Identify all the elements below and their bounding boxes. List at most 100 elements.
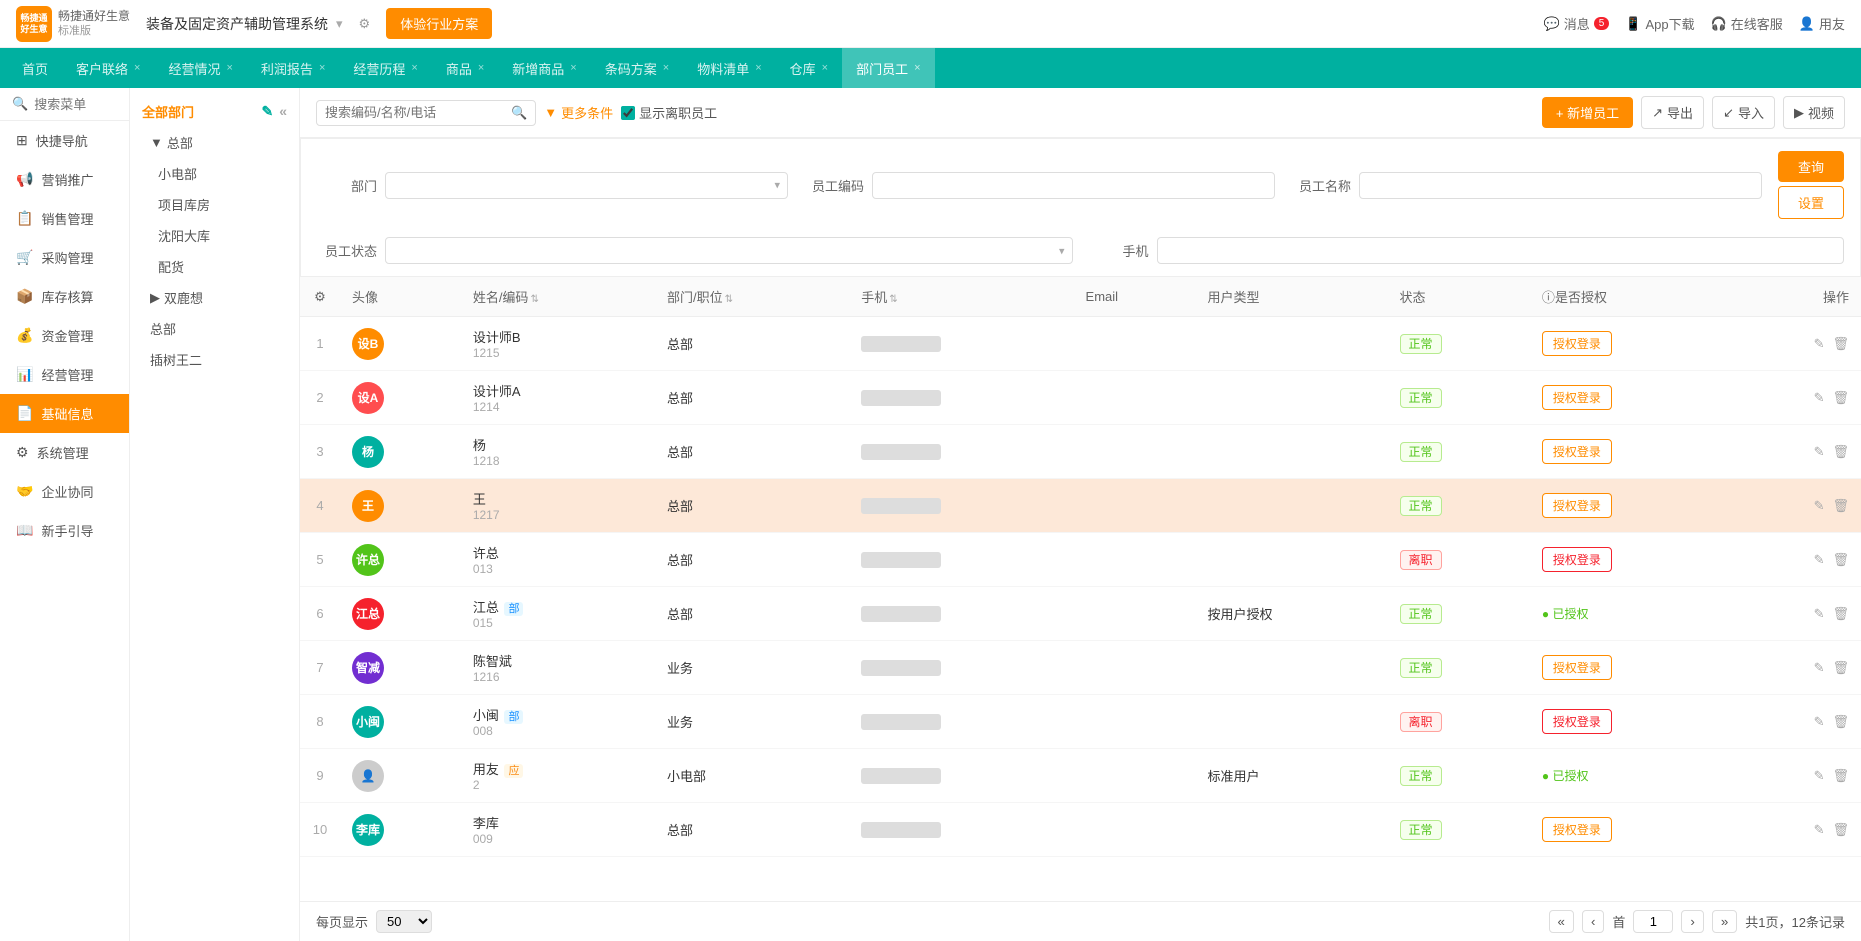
dept-tree-item-3[interactable]: 沈阳大库: [130, 220, 299, 251]
delete-icon[interactable]: 🗑: [1832, 552, 1849, 568]
all-depts-label[interactable]: 全部部门: [142, 102, 194, 121]
page-number-input[interactable]: [1633, 910, 1673, 933]
nav-tab-部门员工[interactable]: 部门员工 ×: [842, 48, 934, 88]
sidebar-item-guide[interactable]: 📖新手引导: [0, 511, 129, 550]
nav-tab-商品[interactable]: 商品 ×: [432, 48, 498, 88]
dept-tree-item-2[interactable]: 项目库房: [130, 189, 299, 220]
sidebar-item-purchase[interactable]: 🛒采购管理: [0, 238, 129, 277]
tab-close-icon[interactable]: ×: [570, 62, 576, 74]
first-page-btn[interactable]: «: [1549, 910, 1574, 933]
authorize-btn[interactable]: 授权登录: [1542, 709, 1612, 734]
nav-tab-利润报告[interactable]: 利润报告 ×: [247, 48, 339, 88]
emp-name-input[interactable]: [1359, 172, 1762, 199]
delete-icon[interactable]: 🗑: [1832, 606, 1849, 622]
dropdown-arrow-icon[interactable]: ▾: [336, 16, 343, 32]
delete-icon[interactable]: 🗑: [1832, 714, 1849, 730]
nav-tab-新增商品[interactable]: 新增商品 ×: [498, 48, 590, 88]
table-header-name[interactable]: 姓名/编码⇅: [461, 277, 655, 317]
emp-code-input[interactable]: [872, 172, 1275, 199]
column-settings-icon[interactable]: ⚙: [314, 289, 326, 304]
dept-tree-item-0[interactable]: ▼ 总部: [130, 127, 299, 158]
tab-close-icon[interactable]: ×: [914, 62, 920, 74]
nav-tab-物料清单[interactable]: 物料清单 ×: [683, 48, 775, 88]
export-btn[interactable]: ↗ 导出: [1641, 96, 1704, 129]
authorize-btn[interactable]: 授权登录: [1542, 547, 1612, 572]
delete-icon[interactable]: 🗑: [1832, 768, 1849, 784]
edit-icon[interactable]: ✎: [1814, 768, 1825, 784]
edit-icon[interactable]: ✎: [1814, 660, 1825, 676]
nav-tab-经营情况[interactable]: 经营情况 ×: [154, 48, 246, 88]
import-btn[interactable]: ↙ 导入: [1712, 96, 1775, 129]
experience-btn[interactable]: 体验行业方案: [386, 8, 492, 39]
tab-close-icon[interactable]: ×: [663, 62, 669, 74]
phone-input[interactable]: [1157, 237, 1845, 264]
edit-icon[interactable]: ✎: [1814, 606, 1825, 622]
delete-icon[interactable]: 🗑: [1832, 336, 1849, 352]
dept-tree-item-5[interactable]: ▶ 双鹿想: [130, 282, 299, 313]
dept-tree-item-1[interactable]: 小电部: [130, 158, 299, 189]
prev-page-btn[interactable]: ‹: [1582, 910, 1604, 933]
sidebar-item-inventory[interactable]: 📦库存核算: [0, 277, 129, 316]
table-header-dept[interactable]: 部门/职位⇅: [655, 277, 849, 317]
table-header-settings[interactable]: ⚙: [300, 277, 340, 317]
search-input[interactable]: [325, 105, 505, 120]
tab-close-icon[interactable]: ×: [134, 62, 140, 74]
dept-collapse-icon[interactable]: «: [279, 103, 287, 120]
setting-btn[interactable]: 设置: [1778, 186, 1844, 219]
sidebar-item-finance[interactable]: 💰资金管理: [0, 316, 129, 355]
settings-icon[interactable]: ⚙: [351, 16, 379, 32]
sidebar-search-input[interactable]: [34, 97, 130, 112]
dept-tree-item-6[interactable]: 总部: [130, 313, 299, 344]
delete-icon[interactable]: 🗑: [1832, 822, 1849, 838]
more-conditions-btn[interactable]: ▼ 更多条件: [544, 103, 613, 122]
nav-tab-首页[interactable]: 首页: [8, 48, 62, 88]
edit-icon[interactable]: ✎: [1814, 714, 1825, 730]
authorize-btn[interactable]: 授权登录: [1542, 493, 1612, 518]
last-page-btn[interactable]: »: [1712, 910, 1737, 933]
sidebar-item-marketing[interactable]: 📢营销推广: [0, 160, 129, 199]
dept-edit-icon[interactable]: ✎: [261, 103, 273, 120]
delete-icon[interactable]: 🗑: [1832, 390, 1849, 406]
authorize-btn[interactable]: 授权登录: [1542, 439, 1612, 464]
dept-tree-item-4[interactable]: 配货: [130, 251, 299, 282]
edit-icon[interactable]: ✎: [1814, 444, 1825, 460]
nav-tab-仓库[interactable]: 仓库 ×: [776, 48, 842, 88]
tab-close-icon[interactable]: ×: [319, 62, 325, 74]
view-btn[interactable]: ▶ 视频: [1783, 96, 1845, 129]
edit-icon[interactable]: ✎: [1814, 498, 1825, 514]
message-btn[interactable]: 💬 消息 5: [1544, 14, 1610, 33]
sidebar-item-collab[interactable]: 🤝企业协同: [0, 472, 129, 511]
table-header-phone[interactable]: 手机⇅: [849, 277, 1073, 317]
tab-close-icon[interactable]: ×: [411, 62, 417, 74]
sidebar-item-operations[interactable]: 📊经营管理: [0, 355, 129, 394]
tab-close-icon[interactable]: ×: [226, 62, 232, 74]
online-service-btn[interactable]: 🎧 在线客服: [1711, 14, 1783, 33]
nav-tab-客户联络[interactable]: 客户联络 ×: [62, 48, 154, 88]
authorize-btn[interactable]: 授权登录: [1542, 331, 1612, 356]
query-btn[interactable]: 查询: [1778, 151, 1844, 182]
edit-icon[interactable]: ✎: [1814, 822, 1825, 838]
search-icon[interactable]: 🔍: [511, 105, 527, 121]
tab-close-icon[interactable]: ×: [822, 62, 828, 74]
sidebar-item-sales[interactable]: 📋销售管理: [0, 199, 129, 238]
edit-icon[interactable]: ✎: [1814, 336, 1825, 352]
user-avatar[interactable]: 👤 用友: [1799, 14, 1845, 33]
show-resigned-checkbox[interactable]: 显示离职员工: [621, 103, 717, 122]
authorize-btn[interactable]: 授权登录: [1542, 385, 1612, 410]
next-page-btn[interactable]: ›: [1681, 910, 1703, 933]
authorize-btn[interactable]: 授权登录: [1542, 655, 1612, 680]
delete-icon[interactable]: 🗑: [1832, 498, 1849, 514]
dept-filter-select[interactable]: [385, 172, 788, 199]
sidebar-item-quick-nav[interactable]: ⊞快捷导航: [0, 121, 129, 160]
nav-tab-条码方案[interactable]: 条码方案 ×: [591, 48, 683, 88]
delete-icon[interactable]: 🗑: [1832, 660, 1849, 676]
sidebar-item-basics[interactable]: 📄基础信息: [0, 394, 129, 433]
nav-tab-经营历程[interactable]: 经营历程 ×: [339, 48, 431, 88]
add-employee-btn[interactable]: + 新增员工: [1542, 97, 1633, 128]
emp-status-select[interactable]: [385, 237, 1073, 264]
app-download-btn[interactable]: 📱 App下载: [1625, 14, 1694, 33]
tab-close-icon[interactable]: ×: [478, 62, 484, 74]
delete-icon[interactable]: 🗑: [1832, 444, 1849, 460]
authorize-btn[interactable]: 授权登录: [1542, 817, 1612, 842]
sidebar-item-system[interactable]: ⚙系统管理: [0, 433, 129, 472]
